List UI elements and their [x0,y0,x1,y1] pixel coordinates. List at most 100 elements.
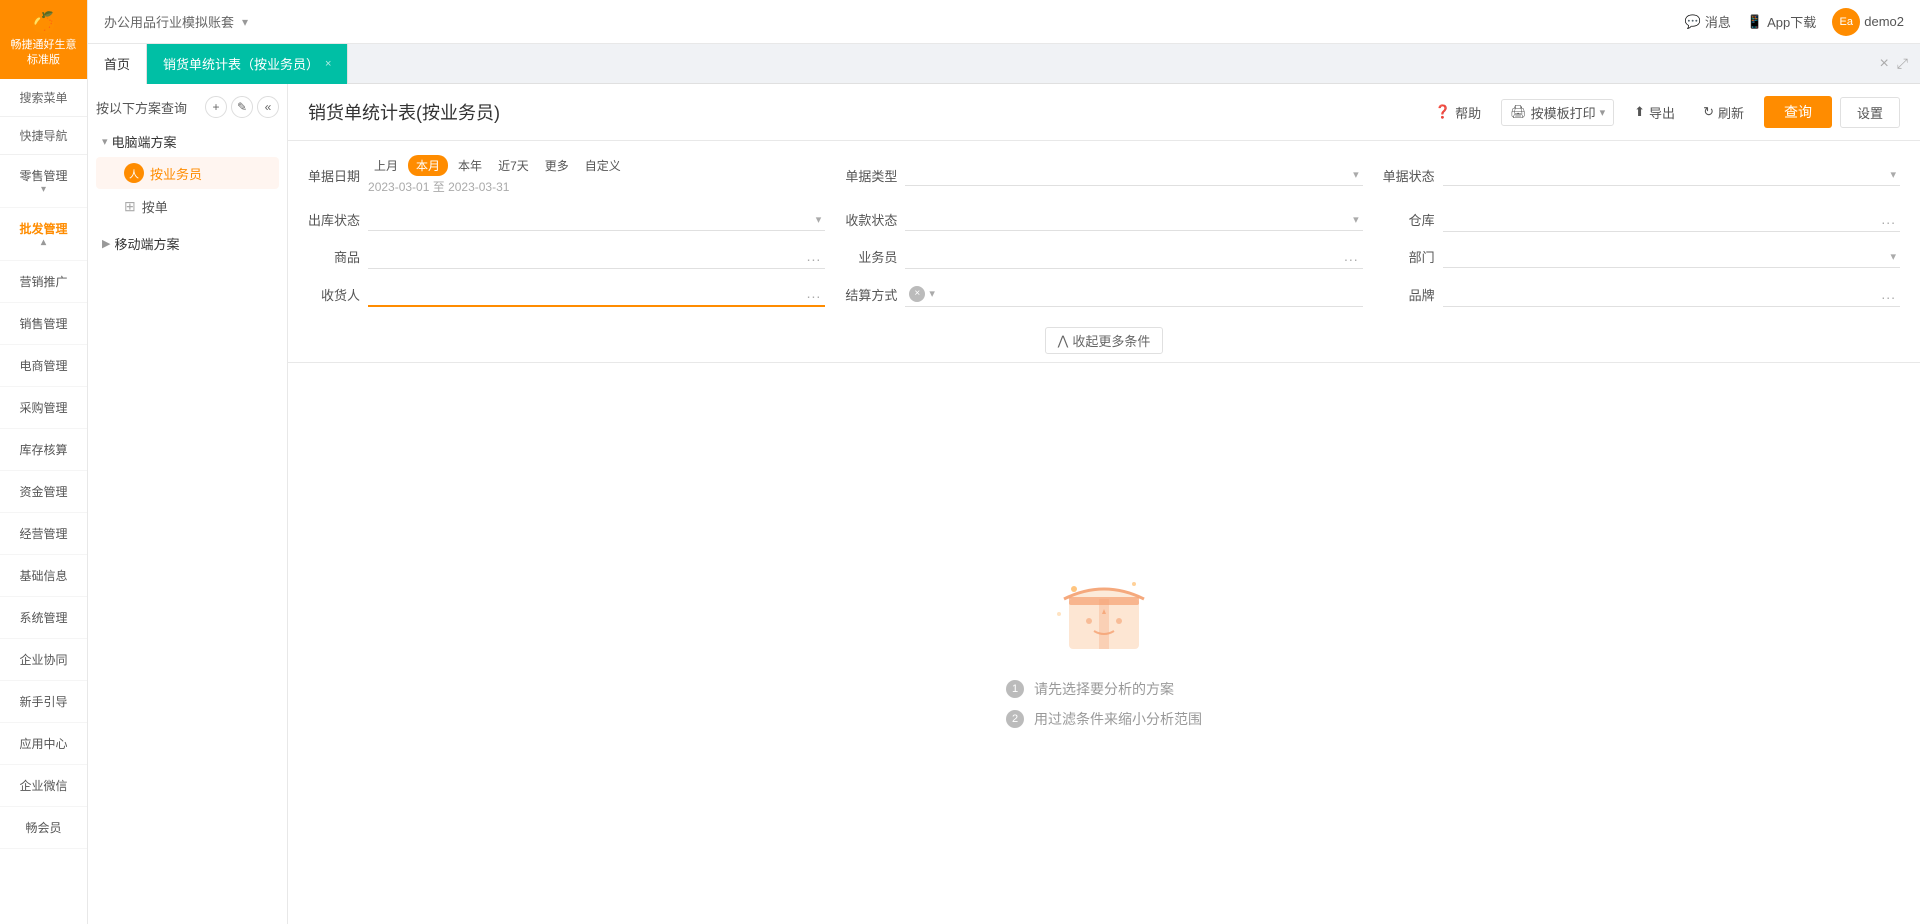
warehouse-control[interactable]: ... [1443,207,1900,232]
sidebar-quicknav[interactable]: 快捷导航 [0,117,87,155]
sidebar-item-marketing[interactable]: 营销推广 [0,261,87,303]
app-download-btn[interactable]: 📱 App下载 [1747,12,1816,31]
sidebar-item-label: 批发管理 [4,220,83,237]
product-control[interactable]: ... [368,244,825,269]
date-btn-more[interactable]: 更多 [539,155,575,176]
help-label: 帮助 [1455,103,1481,122]
search-menu-label: 搜索菜单 [6,89,81,106]
plan-by-salesperson[interactable]: 人 按业务员 [96,157,279,189]
filter-salesperson-field: 业务员 ... [845,244,1362,269]
date-btn-last7[interactable]: 近7天 [492,155,535,176]
payment-clear-btn[interactable]: × [909,286,925,302]
step-num-2: 2 [1006,710,1024,728]
messages-label: 消息 [1705,12,1731,31]
date-btn-custom[interactable]: 自定义 [579,155,627,176]
sidebar-item-purchase[interactable]: 采购管理 [0,387,87,429]
empty-steps: 1 请先选择要分析的方案 2 用过滤条件来缩小分析范围 [1006,679,1202,729]
sidebar-item-operations[interactable]: 经营管理 [0,513,87,555]
topbar-right: 💬 消息 📱 App下载 Ea demo2 [1685,8,1904,36]
tab-sales-stat[interactable]: 销货单统计表（按业务员） × [147,44,348,84]
sidebar-item-wechat[interactable]: 企业微信 [0,765,87,807]
sidebar-item-label: 畅会员 [4,819,83,836]
tab-close-window-icon[interactable]: × [1879,55,1888,73]
user-menu[interactable]: Ea demo2 [1832,8,1904,36]
plan-by-order[interactable]: ⊞ 按单 [96,191,279,222]
export-btn[interactable]: ⬆ 导出 [1626,99,1683,126]
sidebar: 🍊 畅捷通好生意 标准版 搜索菜单 快捷导航 零售管理 ▾ 批发管理 ▴ 营销推… [0,0,88,924]
date-btn-this-month[interactable]: 本月 [408,155,448,176]
print-btn[interactable]: 🖨 按模板打印 ▾ [1501,99,1614,126]
sidebar-item-basicinfo[interactable]: 基础信息 [0,555,87,597]
more-icon[interactable]: ... [1344,248,1359,264]
dept-control[interactable]: ▾ [1443,246,1900,268]
filter-doctype-field: 单据类型 ▾ [845,155,1362,195]
panel-add-btn[interactable]: + [205,96,227,118]
tab-close-icon[interactable]: × [325,58,331,70]
refresh-icon: ↻ [1703,104,1714,120]
sidebar-item-newuser[interactable]: 新手引导 [0,681,87,723]
user-initials: Ea [1840,16,1853,28]
date-btn-last-month[interactable]: 上月 [368,155,404,176]
panel-section-mobile: ▶ 移动端方案 [96,230,279,257]
topbar-dropdown-icon[interactable]: ▾ [242,15,248,29]
sidebar-item-system[interactable]: 系统管理 [0,597,87,639]
sidebar-item-label: 采购管理 [4,399,83,416]
outstatus-label: 出库状态 [308,210,360,229]
sidebar-item-label: 新手引导 [4,693,83,710]
tab-maximize-icon[interactable]: ⤢ [1897,55,1908,72]
sidebar-item-finance[interactable]: 资金管理 [0,471,87,513]
more-icon[interactable]: ... [807,285,822,301]
collapse-btn[interactable]: ⋀ 收起更多条件 [1045,327,1164,354]
payment-control[interactable]: × ▾ [905,282,1362,307]
sidebar-item-member[interactable]: 畅会员 [0,807,87,849]
more-icon[interactable]: ... [1881,211,1896,227]
sidebar-item-wholesale[interactable]: 批发管理 ▴ [0,208,87,261]
chevron-up-icon: ⋀ [1058,333,1069,349]
panel-collapse-btn[interactable]: « [257,96,279,118]
docstatus-control[interactable]: ▾ [1443,164,1900,186]
panel-header: 按以下方案查询 + ✎ « [96,96,279,118]
messages-btn[interactable]: 💬 消息 [1685,12,1731,31]
receiptstatus-control[interactable]: ▾ [905,209,1362,231]
refresh-btn[interactable]: ↻ 刷新 [1695,99,1752,126]
sidebar-item-appcenter[interactable]: 应用中心 [0,723,87,765]
panel-header-actions: + ✎ « [205,96,279,118]
section-mobile-title[interactable]: ▶ 移动端方案 [96,230,279,257]
empty-state: 1 请先选择要分析的方案 2 用过滤条件来缩小分析范围 [288,363,1920,924]
consignee-input[interactable] [372,286,807,301]
consignee-label: 收货人 [308,285,360,304]
tab-home-label: 首页 [104,54,130,73]
salesperson-control[interactable]: ... [905,244,1362,269]
panel-edit-btn[interactable]: ✎ [231,96,253,118]
date-btn-this-year[interactable]: 本年 [452,155,488,176]
help-btn[interactable]: ❓ 帮助 [1427,99,1489,126]
consignee-control[interactable]: ... [368,281,825,307]
sidebar-item-sales[interactable]: 销售管理 [0,303,87,345]
page-header-actions: ❓ 帮助 🖨 按模板打印 ▾ ⬆ 导出 ↻ 刷新 [1427,96,1900,128]
filter-consignee-field: 收货人 ... [308,281,825,307]
order-icon: ⊞ [124,198,136,215]
topbar: 办公用品行业模拟账套 ▾ 💬 消息 📱 App下载 Ea demo2 [88,0,1920,44]
filter-row-1: 单据日期 上月 本月 本年 近7天 更多 自定义 2023-03-01 至 20… [308,155,1900,195]
plan-label: 按单 [142,197,168,216]
sidebar-item-cooperation[interactable]: 企业协同 [0,639,87,681]
setting-button[interactable]: 设置 [1840,97,1900,128]
query-button[interactable]: 查询 [1764,96,1832,128]
quicknav-label: 快捷导航 [6,127,81,144]
logo-icon: 🍊 [31,10,56,36]
doctype-control[interactable]: ▾ [905,164,1362,186]
chevron-down-icon: ▾ [1890,168,1896,181]
sidebar-item-ecommerce[interactable]: 电商管理 [0,345,87,387]
more-icon[interactable]: ... [1881,286,1896,302]
step-num-1: 1 [1006,680,1024,698]
chevron-down-icon: ▾ [1890,250,1896,263]
sidebar-item-inventory[interactable]: 库存核算 [0,429,87,471]
sidebar-item-retail[interactable]: 零售管理 ▾ [0,155,87,208]
sidebar-item-label: 营销推广 [4,273,83,290]
tab-home[interactable]: 首页 [88,44,147,84]
brand-control[interactable]: ... [1443,282,1900,307]
more-icon[interactable]: ... [807,248,822,264]
outstatus-control[interactable]: ▾ [368,209,825,231]
sidebar-search[interactable]: 搜索菜单 [0,79,87,117]
section-desktop-title[interactable]: ▾ 电脑端方案 [96,128,279,155]
